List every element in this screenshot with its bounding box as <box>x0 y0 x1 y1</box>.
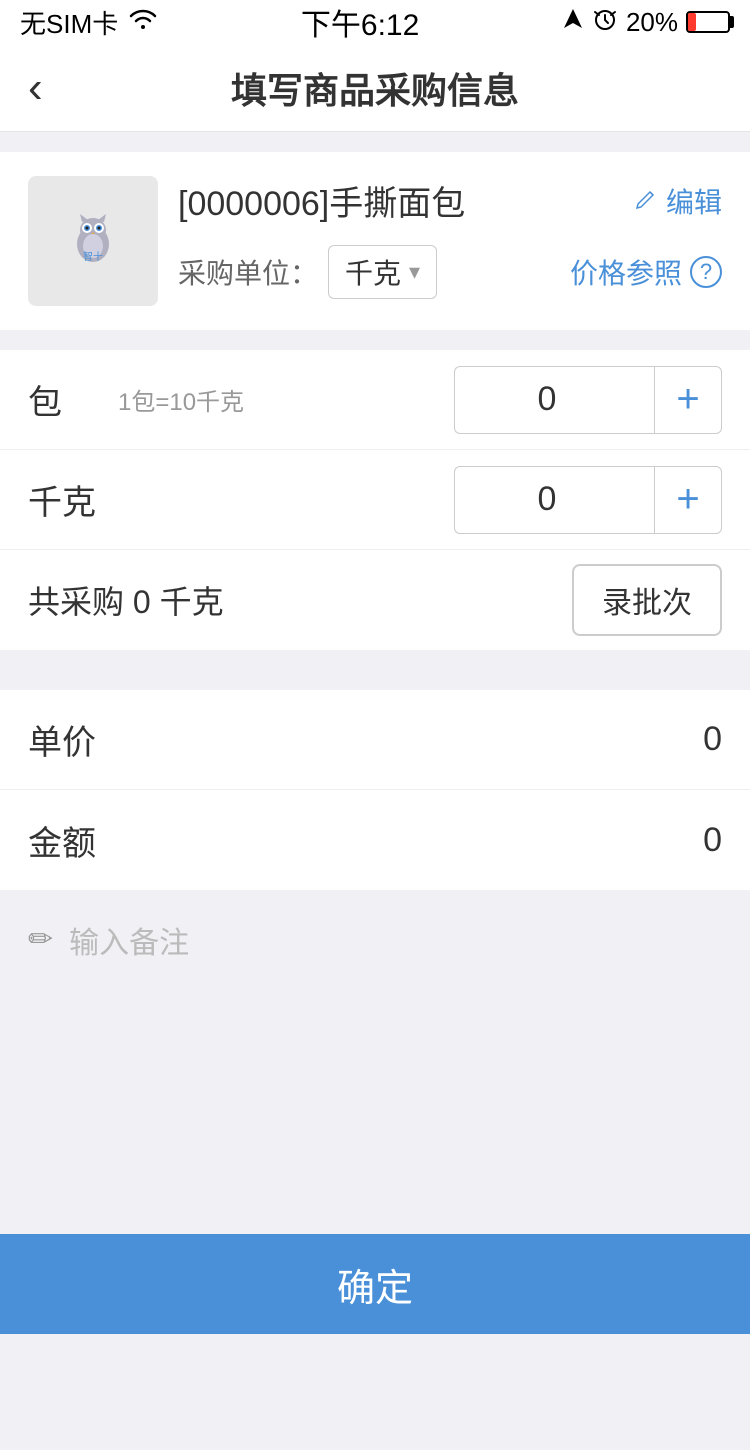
bag-input[interactable] <box>454 366 654 434</box>
bag-plus-button[interactable]: + <box>654 366 722 434</box>
bag-input-row: 包 1包=10千克 + <box>0 350 750 450</box>
price-ref-button[interactable]: 价格参照 ? <box>570 252 722 292</box>
help-icon: ? <box>690 256 722 288</box>
unit-price-value: 0 <box>703 720 722 759</box>
carrier-text: 无SIM卡 <box>20 4 118 41</box>
divider-2 <box>0 650 750 670</box>
remark-placeholder: 输入备注 <box>69 918 189 962</box>
status-bar: 无SIM卡 下午6:12 <box>0 0 750 44</box>
product-logo: 智十 <box>58 206 128 276</box>
kg-plus-button[interactable]: + <box>654 466 722 534</box>
remark-section[interactable]: ✏ 输入备注 <box>0 890 750 1010</box>
amount-row: 金额 0 <box>0 790 750 890</box>
back-button[interactable]: ‹ <box>28 63 43 113</box>
divider-1 <box>0 330 750 350</box>
unit-select-arrow-icon: ▾ <box>409 259 420 285</box>
status-bar-right: 20% <box>562 6 730 39</box>
pencil-icon: ✏ <box>28 922 53 957</box>
info-section: 单价 0 金额 0 <box>0 690 750 890</box>
wifi-icon <box>128 7 158 38</box>
unit-label: 采购单位： <box>178 252 318 292</box>
product-image: 智十 <box>28 176 158 306</box>
bag-sublabel: 1包=10千克 <box>118 382 244 417</box>
nav-bar: ‹ 填写商品采购信息 <box>0 44 750 132</box>
battery-percent: 20% <box>626 7 678 38</box>
summary-section: 共采购 0 千克 录批次 <box>0 550 750 650</box>
input-section: 包 1包=10千克 + 千克 + <box>0 350 750 550</box>
unit-select-text: 千克 <box>345 252 401 292</box>
status-bar-left: 无SIM卡 <box>20 4 158 41</box>
battery-icon <box>686 11 730 33</box>
unit-select[interactable]: 千克 ▾ <box>328 245 437 299</box>
product-card: 智十 [0000006]手撕面包 编辑 采购单位： <box>0 152 750 330</box>
location-icon <box>562 7 584 38</box>
unit-price-row: 单价 0 <box>0 690 750 790</box>
product-info: [0000006]手撕面包 编辑 采购单位： 千克 ▾ <box>178 176 722 299</box>
batch-button[interactable]: 录批次 <box>572 564 722 636</box>
unit-price-label: 单价 <box>28 715 96 764</box>
summary-text: 共采购 0 千克 <box>28 577 224 623</box>
product-name: [0000006]手撕面包 <box>178 176 465 225</box>
alarm-icon <box>592 6 618 39</box>
edit-button[interactable]: 编辑 <box>634 181 722 221</box>
status-bar-time: 下午6:12 <box>301 0 419 44</box>
kg-input-row: 千克 + <box>0 450 750 550</box>
kg-label: 千克 <box>28 475 108 524</box>
amount-value: 0 <box>703 821 722 860</box>
svg-text:智十: 智十 <box>83 250 103 263</box>
page-title: 填写商品采购信息 <box>231 62 519 114</box>
kg-input[interactable] <box>454 466 654 534</box>
amount-label: 金额 <box>28 816 96 865</box>
bag-label: 包 <box>28 375 108 424</box>
confirm-button[interactable]: 确定 <box>0 1234 750 1334</box>
